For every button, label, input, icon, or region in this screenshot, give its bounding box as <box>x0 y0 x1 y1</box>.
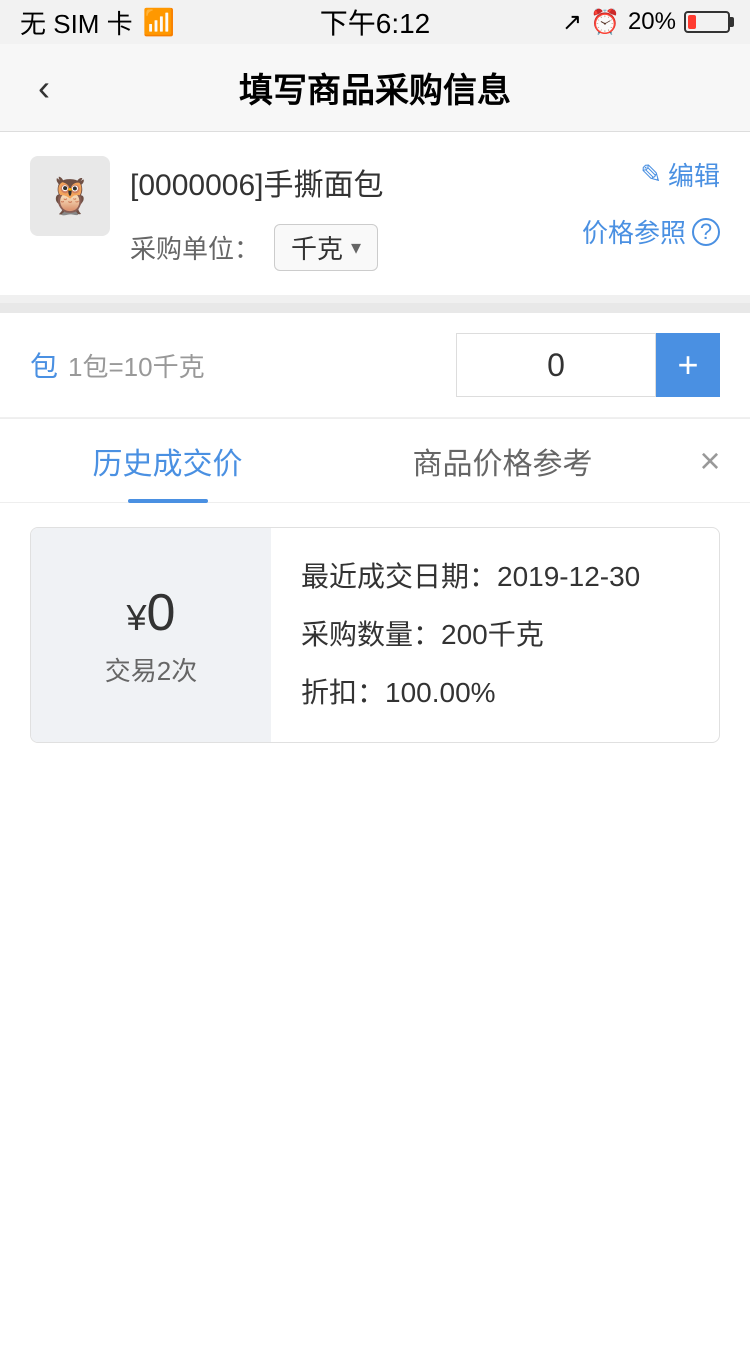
unit-conversion-label: 1包=10千克 <box>68 347 205 384</box>
battery-icon <box>684 11 730 33</box>
quantity-detail-label: 采购数量： <box>301 619 441 650</box>
owl-logo-icon: 🦉 <box>48 175 93 217</box>
tab-product-price-ref-label: 商品价格参考 <box>413 439 593 483</box>
bottom-panel: 历史成交价 商品价格参考 × ¥0 交易2次 最近成交日期：2019-12-30 <box>0 418 750 767</box>
tab-history-price[interactable]: 历史成交价 <box>0 419 335 503</box>
unit-box-label: 包 <box>30 345 58 385</box>
recent-date-value: 2019-12-30 <box>497 561 640 592</box>
carrier-wifi: 无 SIM 卡 📶 <box>20 4 175 41</box>
page-title: 填写商品采购信息 <box>239 63 511 112</box>
price-reference-button[interactable]: 价格参照 ? <box>582 213 720 250</box>
history-card: ¥0 交易2次 最近成交日期：2019-12-30 采购数量：200千克 折扣：… <box>30 527 720 743</box>
price-display: ¥0 <box>127 583 176 643</box>
unit-label: 采购单位： <box>130 229 260 266</box>
quantity-detail-value: 200千克 <box>441 619 544 650</box>
product-card: 🦉 [0000006]手撕面包 采购单位： 千克 ▾ ✎ 编辑 价格参照 <box>0 132 750 295</box>
edit-label: 编辑 <box>668 156 720 193</box>
price-value: 0 <box>147 584 176 642</box>
unit-dropdown-arrow-icon: ▾ <box>351 235 361 260</box>
product-left: 🦉 [0000006]手撕面包 采购单位： 千克 ▾ <box>30 156 383 271</box>
product-info: [0000006]手撕面包 采购单位： 千克 ▾ <box>130 160 383 271</box>
card-details: 最近成交日期：2019-12-30 采购数量：200千克 折扣：100.00% <box>271 528 719 742</box>
edit-icon: ✎ <box>640 159 662 190</box>
product-right: ✎ 编辑 价格参照 ? <box>582 156 720 250</box>
back-arrow-icon: ‹ <box>38 67 50 109</box>
quantity-right: 0 + <box>456 333 720 397</box>
unit-selector[interactable]: 千克 ▾ <box>274 224 378 271</box>
product-unit-row: 采购单位： 千克 ▾ <box>130 224 383 271</box>
tab-history-price-label: 历史成交价 <box>93 439 243 483</box>
section-divider <box>0 303 750 313</box>
time-display: 下午6:12 <box>320 2 431 42</box>
tabs-row: 历史成交价 商品价格参考 × <box>0 419 750 503</box>
close-icon: × <box>699 440 720 482</box>
battery-percent: 20% <box>628 8 676 36</box>
discount-line: 折扣：100.00% <box>301 672 689 714</box>
status-bar: 无 SIM 卡 📶 下午6:12 ↗ ⏰ 20% <box>0 0 750 44</box>
white-space <box>0 767 750 1367</box>
price-currency-symbol: ¥ <box>127 597 147 638</box>
alarm-icon: ⏰ <box>590 8 620 37</box>
tab-product-price-ref[interactable]: 商品价格参考 <box>335 419 670 503</box>
status-right-icons: ↗ ⏰ 20% <box>562 8 730 37</box>
carrier-label: 无 SIM 卡 <box>20 4 133 41</box>
quantity-input[interactable]: 0 <box>456 333 656 397</box>
product-id-name: [0000006]手撕面包 <box>130 160 383 204</box>
product-top-row: 🦉 [0000006]手撕面包 采购单位： 千克 ▾ ✎ 编辑 价格参照 <box>30 156 720 271</box>
tab-active-underline <box>128 499 208 503</box>
price-ref-label: 价格参照 <box>582 213 686 250</box>
location-icon: ↗ <box>562 8 582 37</box>
quantity-plus-button[interactable]: + <box>656 333 720 397</box>
discount-value: 100.00% <box>385 677 496 708</box>
quantity-left: 包 1包=10千克 <box>30 345 205 385</box>
recent-date-line: 最近成交日期：2019-12-30 <box>301 556 689 598</box>
unit-value: 千克 <box>291 229 343 266</box>
edit-button[interactable]: ✎ 编辑 <box>640 156 720 193</box>
quantity-row: 包 1包=10千克 0 + <box>0 313 750 418</box>
help-icon: ? <box>692 218 720 246</box>
quantity-line: 采购数量：200千克 <box>301 614 689 656</box>
trade-count: 交易2次 <box>105 651 197 688</box>
recent-date-label: 最近成交日期： <box>301 561 497 592</box>
nav-bar: ‹ 填写商品采购信息 <box>0 44 750 132</box>
history-section: ¥0 交易2次 最近成交日期：2019-12-30 采购数量：200千克 折扣：… <box>0 503 750 767</box>
wifi-icon: 📶 <box>143 7 175 38</box>
back-button[interactable]: ‹ <box>0 44 88 132</box>
card-price-summary: ¥0 交易2次 <box>31 528 271 742</box>
discount-label: 折扣： <box>301 677 385 708</box>
panel-close-button[interactable]: × <box>670 419 750 503</box>
product-thumbnail: 🦉 <box>30 156 110 236</box>
